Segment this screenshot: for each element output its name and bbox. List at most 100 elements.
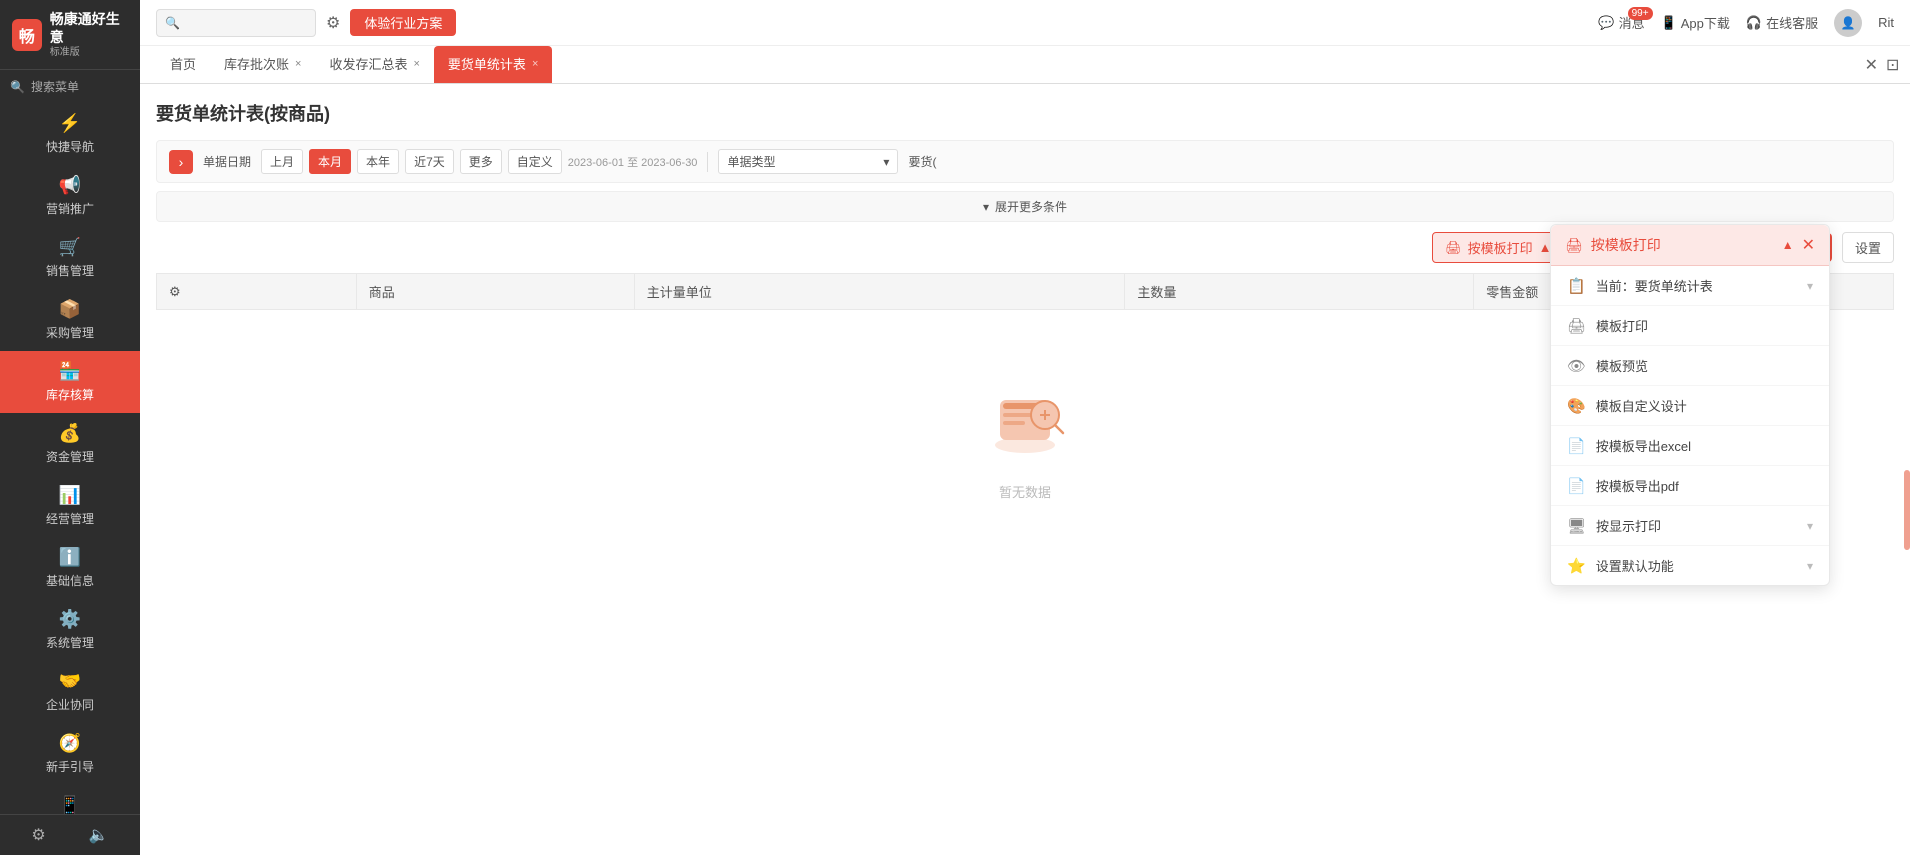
page-title: 要货单统计表(按商品) (156, 100, 1894, 126)
dropdown-close-icon[interactable]: ✕ (1802, 235, 1815, 255)
dropdown-template-preview[interactable]: 👁 模板预览 (1551, 346, 1829, 386)
expand-conditions-button[interactable]: ▾ 展开更多条件 (156, 191, 1894, 222)
default-function-left: ⭐ 设置默认功能 (1567, 556, 1674, 575)
apps-icon: 📱 (59, 795, 81, 814)
print-dropdown-header: 🖨 按模板打印 ▲ ✕ (1551, 225, 1829, 266)
quick-nav-icon: ⚡ (59, 113, 81, 134)
empty-icon (975, 370, 1075, 470)
template-print-icon: 🖨 (1567, 317, 1586, 335)
col-unit: 主计量单位 (634, 274, 1125, 310)
dropdown-expand-icon[interactable]: ▲ (1782, 238, 1794, 252)
message-icon: 💬 (1598, 15, 1614, 31)
tab-inventory-batch[interactable]: 库存批次账 × (210, 46, 315, 83)
template-excel-left: 📄 按模板导出excel (1567, 436, 1691, 455)
order-type-select[interactable]: 单据类型 ▾ (718, 149, 898, 174)
newbie-icon: 🧭 (59, 733, 81, 754)
right-scroll-handle[interactable] (1904, 470, 1910, 550)
messages-button[interactable]: 💬 消息 99+ (1598, 13, 1644, 32)
dropdown-default-function[interactable]: ⭐ 设置默认功能 ▾ (1551, 546, 1829, 585)
sidebar-item-sales[interactable]: 🛒 销售管理 (0, 227, 140, 289)
sidebar-item-quick-nav[interactable]: ⚡ 快捷导航 (0, 103, 140, 165)
date-btn-custom[interactable]: 自定义 (508, 149, 562, 174)
col-product: 商品 (356, 274, 634, 310)
default-function-arrow: ▾ (1807, 559, 1813, 573)
print-dropdown-controls: ▲ ✕ (1782, 235, 1815, 255)
sidebar-item-inventory[interactable]: 🏪 库存核算 (0, 351, 140, 413)
sidebar-item-marketing[interactable]: 📢 营销推广 (0, 165, 140, 227)
template-print-left: 🖨 模板打印 (1567, 316, 1648, 335)
tab-close-receivable-summary[interactable]: × (413, 58, 419, 70)
trial-button[interactable]: 体验行业方案 (350, 9, 456, 36)
filter-expand-button[interactable]: › (169, 150, 193, 174)
basic-icon: ℹ️ (59, 547, 81, 568)
dropdown-template-export-pdf[interactable]: 📄 按模板导出pdf (1551, 466, 1829, 506)
template-excel-icon: 📄 (1567, 437, 1586, 455)
dropdown-template-custom[interactable]: 🎨 模板自定义设计 (1551, 386, 1829, 426)
window-maximize-icon[interactable]: ⊡ (1886, 55, 1899, 75)
dropdown-display-print[interactable]: 🖥 按显示打印 ▾ (1551, 506, 1829, 546)
online-service-button[interactable]: 🎧 在线客服 (1746, 13, 1818, 32)
date-btn-last-month[interactable]: 上月 (261, 149, 303, 174)
dropdown-template-print[interactable]: 🖨 模板打印 (1551, 306, 1829, 346)
sidebar-item-operations[interactable]: 📊 经营管理 (0, 475, 140, 537)
sidebar-item-newbie[interactable]: 🧭 新手引导 (0, 723, 140, 785)
date-btn-7days[interactable]: 近7天 (405, 149, 454, 174)
app-download-button[interactable]: 📱 App下载 (1661, 13, 1730, 32)
filter-divider (707, 152, 708, 172)
messages-badge: 99+ (1628, 7, 1653, 20)
template-pdf-left: 📄 按模板导出pdf (1567, 476, 1679, 495)
sidebar-item-finance[interactable]: 💰 资金管理 (0, 413, 140, 475)
main-area: 🔍 ⚙ 体验行业方案 💬 消息 99+ 📱 App下载 🎧 在线客服 👤 Ri (140, 0, 1910, 855)
tab-home[interactable]: 首页 (156, 46, 210, 83)
date-btn-this-month[interactable]: 本月 (309, 149, 351, 174)
print-template-button[interactable]: 🖨 按模板打印 ▲ (1432, 232, 1564, 263)
tab-order-stats[interactable]: 要货单统计表 × (434, 46, 552, 83)
sidebar-item-system[interactable]: ⚙️ 系统管理 (0, 599, 140, 661)
print-icon: 🖨 (1445, 240, 1462, 256)
sidebar-nav: ⚡ 快捷导航 📢 营销推广 🛒 销售管理 📦 采购管理 🏪 库存核算 💰 资金管… (0, 103, 140, 814)
tab-close-inventory-batch[interactable]: × (295, 58, 301, 70)
settings-footer-icon[interactable]: ⚙ (31, 825, 45, 845)
top-bar: 🔍 ⚙ 体验行业方案 💬 消息 99+ 📱 App下载 🎧 在线客服 👤 Ri (140, 0, 1910, 46)
template-preview-left: 👁 模板预览 (1567, 356, 1648, 375)
sidebar-item-apps[interactable]: 📱 应用中心 (0, 785, 140, 814)
sidebar-item-purchase[interactable]: 📦 采购管理 (0, 289, 140, 351)
sidebar-item-enterprise[interactable]: 🤝 企业协同 (0, 661, 140, 723)
marketing-icon: 📢 (59, 175, 81, 196)
logo-text: 畅康通好生意 标准版 (50, 10, 128, 59)
top-search-icon: 🔍 (165, 16, 180, 30)
sidebar-footer: ⚙ 🔈 (0, 814, 140, 855)
sidebar: 畅 畅康通好生意 标准版 🔍 搜索菜单 ⚡ 快捷导航 📢 营销推广 🛒 销售管理… (0, 0, 140, 855)
page-content: 要货单统计表(按商品) › 单据日期 上月 本月 本年 近7天 更多 自定义 2… (140, 84, 1910, 855)
sidebar-item-basic[interactable]: ℹ️ 基础信息 (0, 537, 140, 599)
template-preview-icon: 👁 (1567, 357, 1586, 375)
chevron-down-icon: ▾ (883, 155, 889, 169)
dropdown-template-export-excel[interactable]: 📄 按模板导出excel (1551, 426, 1829, 466)
date-filter-label: 单据日期 (203, 153, 251, 170)
app-download-icon: 📱 (1661, 15, 1677, 31)
enterprise-icon: 🤝 (59, 671, 81, 692)
display-print-icon: 🖥 (1567, 517, 1586, 535)
tab-expand-button[interactable]: ✕ ⊡ (1870, 53, 1894, 77)
logo-icon: 畅 (12, 19, 42, 51)
inventory-icon: 🏪 (59, 361, 81, 382)
yaohuo-label: 要货( (908, 153, 936, 170)
user-avatar[interactable]: 👤 (1834, 9, 1862, 37)
window-close-icon[interactable]: ✕ (1865, 55, 1878, 75)
current-template-left: 📋 当前：要货单统计表 (1567, 276, 1713, 295)
date-btn-more[interactable]: 更多 (460, 149, 502, 174)
sidebar-search[interactable]: 🔍 搜索菜单 (0, 70, 140, 103)
current-template-icon: 📋 (1567, 277, 1586, 295)
tab-close-order-stats[interactable]: × (532, 58, 538, 70)
col-settings[interactable]: ⚙ (157, 274, 357, 310)
tab-receivable-summary[interactable]: 收发存汇总表 × (315, 46, 433, 83)
dropdown-current-template[interactable]: 📋 当前：要货单统计表 ▾ (1551, 266, 1829, 306)
print-dropdown-title: 🖨 按模板打印 (1565, 235, 1661, 255)
logo-area: 畅 畅康通好生意 标准版 (0, 0, 140, 70)
top-bar-search[interactable]: 🔍 (156, 9, 316, 37)
date-range-label: 2023-06-01 至 2023-06-30 (568, 154, 698, 170)
top-gear-icon[interactable]: ⚙ (326, 13, 340, 33)
settings-button[interactable]: 设置 (1842, 232, 1894, 263)
date-btn-this-year[interactable]: 本年 (357, 149, 399, 174)
audio-footer-icon[interactable]: 🔈 (89, 825, 109, 845)
